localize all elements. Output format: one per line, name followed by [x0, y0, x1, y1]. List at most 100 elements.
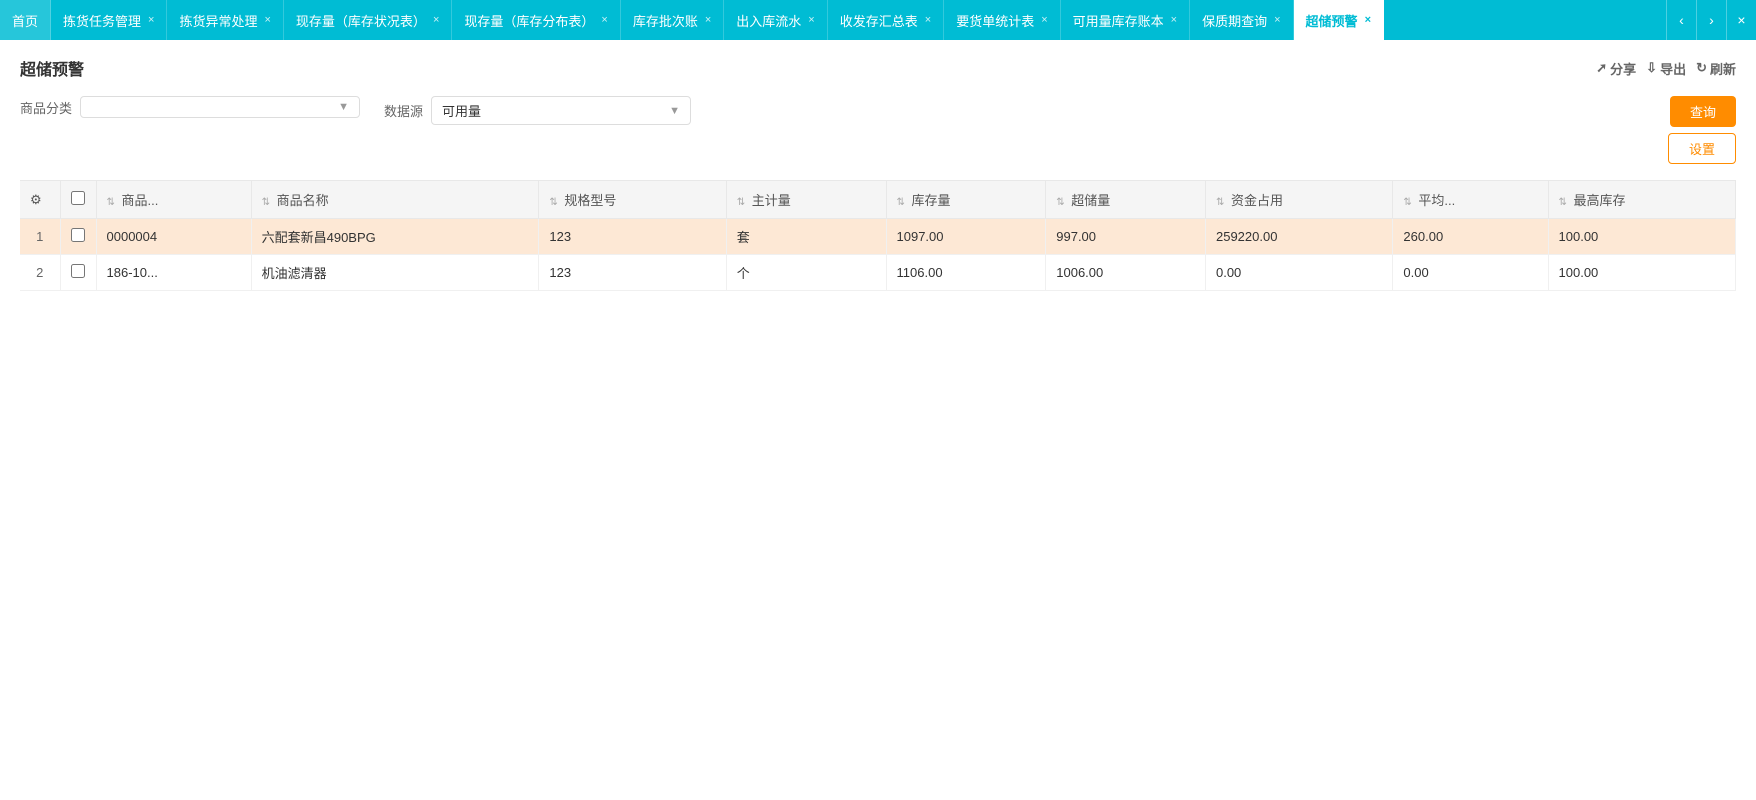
- capital: 259220.00: [1205, 219, 1392, 255]
- spec: 123: [539, 255, 726, 291]
- category-label: 商品分类: [20, 98, 72, 117]
- th-unit[interactable]: ⇅ 主计量: [726, 181, 886, 219]
- export-icon: ⇩: [1646, 60, 1657, 76]
- stock: 1106.00: [886, 255, 1046, 291]
- close-icon[interactable]: ×: [148, 14, 154, 26]
- page-actions: ➚ 分享 ⇩ 导出 ↻ 刷新: [1596, 59, 1736, 78]
- product-name: 机油滤清器: [251, 255, 539, 291]
- select-all-checkbox[interactable]: [71, 191, 85, 205]
- close-icon[interactable]: ×: [705, 14, 711, 26]
- category-filter: 商品分类 ▼: [20, 96, 360, 118]
- nav-arrows: ‹ › ×: [1666, 0, 1756, 40]
- sort-icon: ⇅: [1056, 197, 1064, 208]
- filter-action-buttons: 查询 设置: [1668, 96, 1736, 164]
- nav-pick-exception[interactable]: 拣货异常处理 ×: [167, 0, 283, 40]
- row-checkbox-cell: [60, 219, 96, 255]
- query-button[interactable]: 查询: [1670, 96, 1736, 127]
- close-icon[interactable]: ×: [1365, 14, 1371, 26]
- nav-order-stats[interactable]: 要货单统计表 ×: [944, 0, 1060, 40]
- datasource-select[interactable]: 可用量 ▼: [431, 96, 691, 125]
- th-overstock[interactable]: ⇅ 超储量: [1046, 181, 1206, 219]
- nav-home[interactable]: 首页: [0, 0, 51, 40]
- sort-icon: ⇅: [107, 197, 115, 208]
- th-checkbox[interactable]: [60, 181, 96, 219]
- datasource-label: 数据源: [384, 101, 423, 120]
- nav-prev-arrow[interactable]: ‹: [1666, 0, 1696, 40]
- nav-stock-batch[interactable]: 库存批次账 ×: [621, 0, 724, 40]
- th-capital[interactable]: ⇅ 资金占用: [1205, 181, 1392, 219]
- close-icon[interactable]: ×: [1274, 14, 1280, 26]
- max-stock: 100.00: [1548, 219, 1735, 255]
- share-icon: ➚: [1596, 60, 1607, 76]
- row-checkbox-cell: [60, 255, 96, 291]
- row-checkbox[interactable]: [71, 228, 85, 242]
- overstock: 997.00: [1046, 219, 1206, 255]
- close-icon[interactable]: ×: [601, 14, 607, 26]
- page-title: 超储预警: [20, 56, 84, 80]
- nav-close-arrow[interactable]: ×: [1726, 0, 1756, 40]
- nav-overstock-warning[interactable]: 超储预警 ×: [1294, 0, 1384, 40]
- product-code: 0000004: [96, 219, 251, 255]
- stock: 1097.00: [886, 219, 1046, 255]
- table-row: 2 186-10... 机油滤清器 123 个 1106.00 1006.00 …: [20, 255, 1736, 291]
- nav-collect-summary[interactable]: 收发存汇总表 ×: [828, 0, 944, 40]
- share-link[interactable]: ➚ 分享: [1596, 59, 1636, 78]
- export-link[interactable]: ⇩ 导出: [1646, 59, 1686, 78]
- row-checkbox[interactable]: [71, 264, 85, 278]
- datasource-filter: 数据源 可用量 ▼: [384, 96, 691, 125]
- th-avg[interactable]: ⇅ 平均...: [1393, 181, 1548, 219]
- close-icon[interactable]: ×: [808, 14, 814, 26]
- sort-icon: ⇅: [737, 197, 745, 208]
- avg: 0.00: [1393, 255, 1548, 291]
- spec: 123: [539, 219, 726, 255]
- overstock-table: ⚙ ⇅ 商品... ⇅ 商品名称 ⇅ 规格型号 ⇅: [20, 180, 1736, 291]
- page-content: 超储预警 ➚ 分享 ⇩ 导出 ↻ 刷新 商品分类: [0, 40, 1756, 307]
- close-icon[interactable]: ×: [264, 14, 270, 26]
- nav-pick-task[interactable]: 拣货任务管理 ×: [51, 0, 167, 40]
- sort-icon: ⇅: [897, 197, 905, 208]
- table-row: 1 0000004 六配套新昌490BPG 123 套 1097.00 997.…: [20, 219, 1736, 255]
- close-icon[interactable]: ×: [925, 14, 931, 26]
- refresh-link[interactable]: ↻ 刷新: [1696, 59, 1736, 78]
- unit: 个: [726, 255, 886, 291]
- category-select[interactable]: ▼: [80, 96, 360, 118]
- unit: 套: [726, 219, 886, 255]
- nav-shelf-life[interactable]: 保质期查询 ×: [1190, 0, 1293, 40]
- row-num: 2: [20, 255, 60, 291]
- max-stock: 100.00: [1548, 255, 1735, 291]
- row-num: 1: [20, 219, 60, 255]
- nav-next-arrow[interactable]: ›: [1696, 0, 1726, 40]
- th-product-name[interactable]: ⇅ 商品名称: [251, 181, 539, 219]
- close-icon[interactable]: ×: [1171, 14, 1177, 26]
- sort-icon: ⇅: [549, 197, 557, 208]
- refresh-icon: ↻: [1696, 60, 1707, 76]
- settings-icon[interactable]: ⚙: [30, 192, 42, 207]
- product-name: 六配套新昌490BPG: [251, 219, 539, 255]
- nav-in-out-flow[interactable]: 出入库流水 ×: [724, 0, 827, 40]
- page-title-bar: 超储预警 ➚ 分享 ⇩ 导出 ↻ 刷新: [20, 56, 1736, 80]
- set-button[interactable]: 设置: [1668, 133, 1736, 164]
- th-spec[interactable]: ⇅ 规格型号: [539, 181, 726, 219]
- nav-stock-dist[interactable]: 现存量（库存分布表） ×: [452, 0, 620, 40]
- capital: 0.00: [1205, 255, 1392, 291]
- th-max-stock[interactable]: ⇅ 最高库存: [1548, 181, 1735, 219]
- th-settings[interactable]: ⚙: [20, 181, 60, 219]
- sort-icon: ⇅: [1216, 197, 1224, 208]
- product-code: 186-10...: [96, 255, 251, 291]
- nav-stock-status[interactable]: 现存量（库存状况表） ×: [284, 0, 452, 40]
- filter-row: 商品分类 ▼ 数据源 可用量 ▼: [20, 96, 1652, 125]
- sort-icon: ⇅: [1403, 197, 1411, 208]
- chevron-down-icon: ▼: [669, 105, 680, 117]
- sort-icon: ⇅: [1559, 197, 1567, 208]
- datasource-select-value: 可用量: [442, 101, 481, 120]
- close-icon[interactable]: ×: [433, 14, 439, 26]
- th-stock[interactable]: ⇅ 库存量: [886, 181, 1046, 219]
- overstock: 1006.00: [1046, 255, 1206, 291]
- th-product-code[interactable]: ⇅ 商品...: [96, 181, 251, 219]
- sort-icon: ⇅: [262, 197, 270, 208]
- chevron-down-icon: ▼: [338, 101, 349, 113]
- close-icon[interactable]: ×: [1041, 14, 1047, 26]
- nav-available-book[interactable]: 可用量库存账本 ×: [1061, 0, 1190, 40]
- top-navigation: 首页 拣货任务管理 × 拣货异常处理 × 现存量（库存状况表） × 现存量（库存…: [0, 0, 1756, 40]
- avg: 260.00: [1393, 219, 1548, 255]
